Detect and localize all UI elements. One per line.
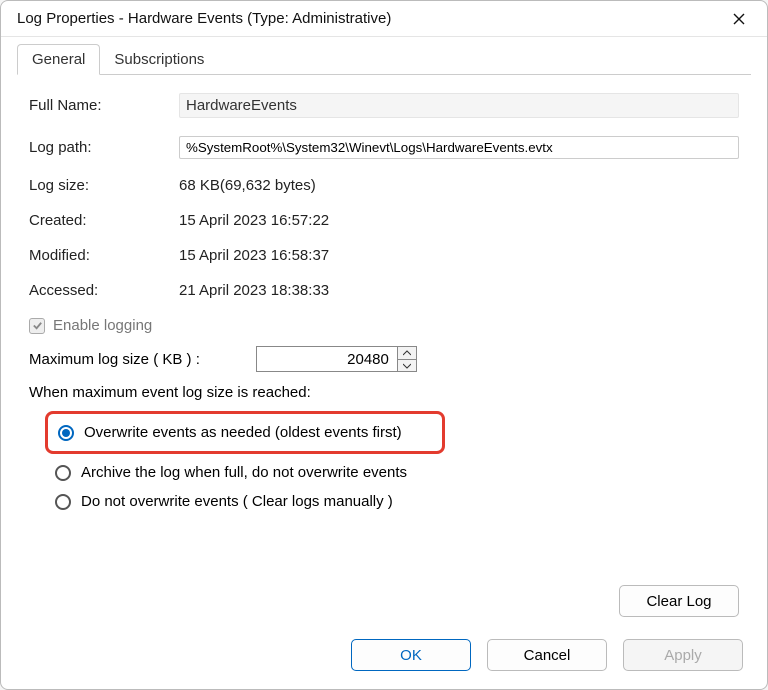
enable-logging-checkbox[interactable] <box>29 318 45 334</box>
spinner-buttons <box>397 347 416 371</box>
spinner-up-button[interactable] <box>398 347 416 359</box>
value-accessed: 21 April 2023 18:38:33 <box>179 282 739 299</box>
spinner-down-button[interactable] <box>398 359 416 371</box>
value-modified: 15 April 2023 16:58:37 <box>179 247 739 264</box>
input-log-path[interactable] <box>179 136 739 159</box>
radio-overwrite-label: Overwrite events as needed (oldest event… <box>84 424 402 441</box>
radio-manual-label: Do not overwrite events ( Clear logs man… <box>81 493 393 510</box>
label-log-size: Log size: <box>29 177 179 194</box>
field-log-size: Log size: 68 KB(69,632 bytes) <box>29 177 739 194</box>
checkmark-icon <box>32 320 43 331</box>
tab-general[interactable]: General <box>17 44 100 75</box>
titlebar: Log Properties - Hardware Events (Type: … <box>1 1 767 37</box>
radio-row-overwrite[interactable]: Overwrite events as needed (oldest event… <box>54 418 436 447</box>
close-icon <box>733 13 745 25</box>
max-size-row: Maximum log size ( KB ) : <box>29 346 739 372</box>
apply-button: Apply <box>623 639 743 671</box>
value-full-name: HardwareEvents <box>179 93 739 118</box>
clear-log-row: Clear Log <box>1 577 767 625</box>
radio-row-archive[interactable]: Archive the log when full, do not overwr… <box>51 458 739 487</box>
field-accessed: Accessed: 21 April 2023 18:38:33 <box>29 282 739 299</box>
tab-strip: General Subscriptions <box>1 37 767 74</box>
radio-row-manual[interactable]: Do not overwrite events ( Clear logs man… <box>51 487 739 516</box>
max-size-spinner <box>256 346 417 372</box>
ok-button[interactable]: OK <box>351 639 471 671</box>
field-full-name: Full Name: HardwareEvents <box>29 93 739 118</box>
enable-logging-row: Enable logging <box>29 317 739 334</box>
chevron-up-icon <box>403 350 411 356</box>
max-size-input[interactable] <box>257 347 397 371</box>
label-full-name: Full Name: <box>29 97 179 114</box>
label-log-path: Log path: <box>29 139 179 156</box>
radio-manual[interactable] <box>55 494 71 510</box>
close-button[interactable] <box>723 5 755 33</box>
radio-overwrite[interactable] <box>58 425 74 441</box>
label-modified: Modified: <box>29 247 179 264</box>
value-created: 15 April 2023 16:57:22 <box>179 212 739 229</box>
field-log-path: Log path: <box>29 136 739 159</box>
field-modified: Modified: 15 April 2023 16:58:37 <box>29 247 739 264</box>
max-size-label: Maximum log size ( KB ) : <box>29 351 200 368</box>
window-title: Log Properties - Hardware Events (Type: … <box>17 10 723 27</box>
when-full-radio-group: Overwrite events as needed (oldest event… <box>29 411 739 516</box>
enable-logging-label: Enable logging <box>53 317 152 334</box>
dialog-window: Log Properties - Hardware Events (Type: … <box>0 0 768 690</box>
tab-content-general: Full Name: HardwareEvents Log path: Log … <box>1 75 767 577</box>
chevron-down-icon <box>403 363 411 369</box>
highlight-annotation: Overwrite events as needed (oldest event… <box>45 411 445 454</box>
tab-subscriptions[interactable]: Subscriptions <box>100 45 218 74</box>
dialog-footer: OK Cancel Apply <box>1 625 767 689</box>
clear-log-button[interactable]: Clear Log <box>619 585 739 617</box>
cancel-button[interactable]: Cancel <box>487 639 607 671</box>
radio-archive[interactable] <box>55 465 71 481</box>
value-log-size: 68 KB(69,632 bytes) <box>179 177 739 194</box>
when-full-prompt: When maximum event log size is reached: <box>29 384 739 401</box>
label-accessed: Accessed: <box>29 282 179 299</box>
field-created: Created: 15 April 2023 16:57:22 <box>29 212 739 229</box>
label-created: Created: <box>29 212 179 229</box>
radio-archive-label: Archive the log when full, do not overwr… <box>81 464 407 481</box>
